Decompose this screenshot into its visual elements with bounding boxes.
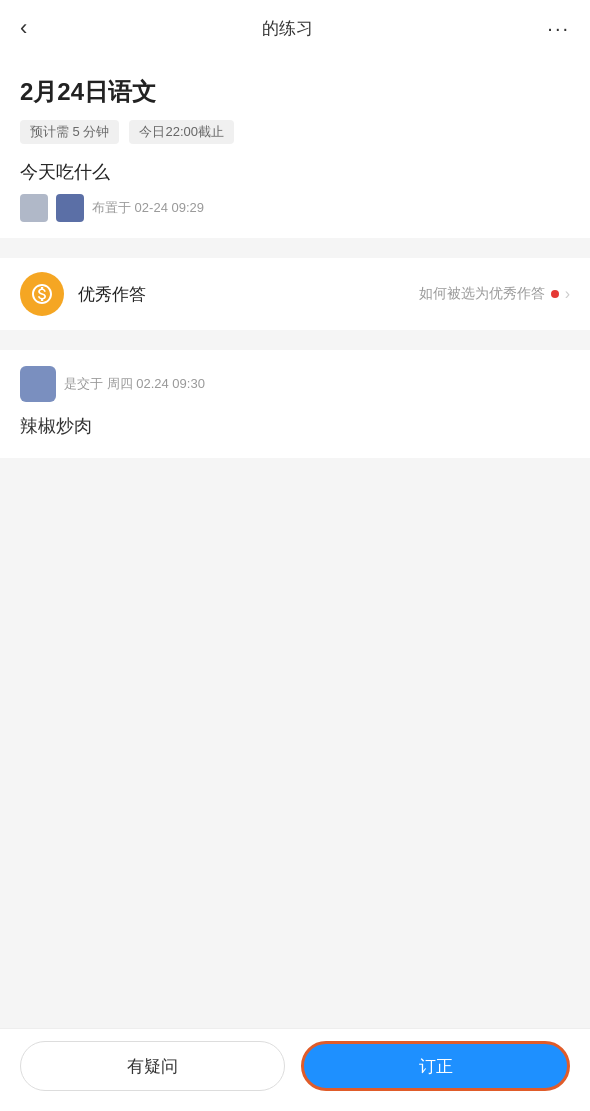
red-dot-indicator <box>551 290 559 298</box>
divider2 <box>0 340 590 350</box>
publisher-info: 布置于 02-24 09:29 <box>92 199 204 217</box>
header: ‹ 的练习 ··· <box>0 0 590 56</box>
star-icon <box>30 282 54 306</box>
publisher-avatar2 <box>56 194 84 222</box>
answer-text: 辣椒炒肉 <box>20 414 570 438</box>
excellent-hint-row[interactable]: 如何被选为优秀作答 › <box>419 285 570 303</box>
excellent-icon <box>20 272 64 316</box>
time-tag: 预计需 5 分钟 <box>20 120 119 144</box>
bottom-bar: 有疑问 订正 <box>0 1028 590 1111</box>
more-button[interactable]: ··· <box>547 17 570 40</box>
publisher-row: 布置于 02-24 09:29 <box>20 194 570 222</box>
publisher-avatar1 <box>20 194 48 222</box>
divider1 <box>0 248 590 258</box>
assignment-section: 2月24日语文 预计需 5 分钟 今日22:00截止 今天吃什么 布置于 02-… <box>0 56 590 238</box>
question-button[interactable]: 有疑问 <box>20 1041 285 1091</box>
back-button[interactable]: ‹ <box>20 15 27 41</box>
submitter-avatar <box>20 366 56 402</box>
tags-row: 预计需 5 分钟 今日22:00截止 <box>20 120 570 144</box>
excellent-answer-section[interactable]: 优秀作答 如何被选为优秀作答 › <box>0 258 590 330</box>
deadline-tag: 今日22:00截止 <box>129 120 234 144</box>
question-title: 今天吃什么 <box>20 160 570 184</box>
answer-section: 是交于 周四 02.24 09:30 辣椒炒肉 <box>0 350 590 458</box>
assignment-title: 2月24日语文 <box>20 76 570 108</box>
submitter-info: 是交于 周四 02.24 09:30 <box>64 375 205 393</box>
chevron-right-icon: › <box>565 285 570 303</box>
correct-button[interactable]: 订正 <box>301 1041 570 1091</box>
excellent-label: 优秀作答 <box>78 283 419 306</box>
excellent-hint-text: 如何被选为优秀作答 <box>419 285 545 303</box>
empty-area <box>0 458 590 798</box>
bottom-spacer <box>0 798 590 880</box>
answer-header: 是交于 周四 02.24 09:30 <box>20 366 570 402</box>
header-title: 的练习 <box>262 17 313 40</box>
